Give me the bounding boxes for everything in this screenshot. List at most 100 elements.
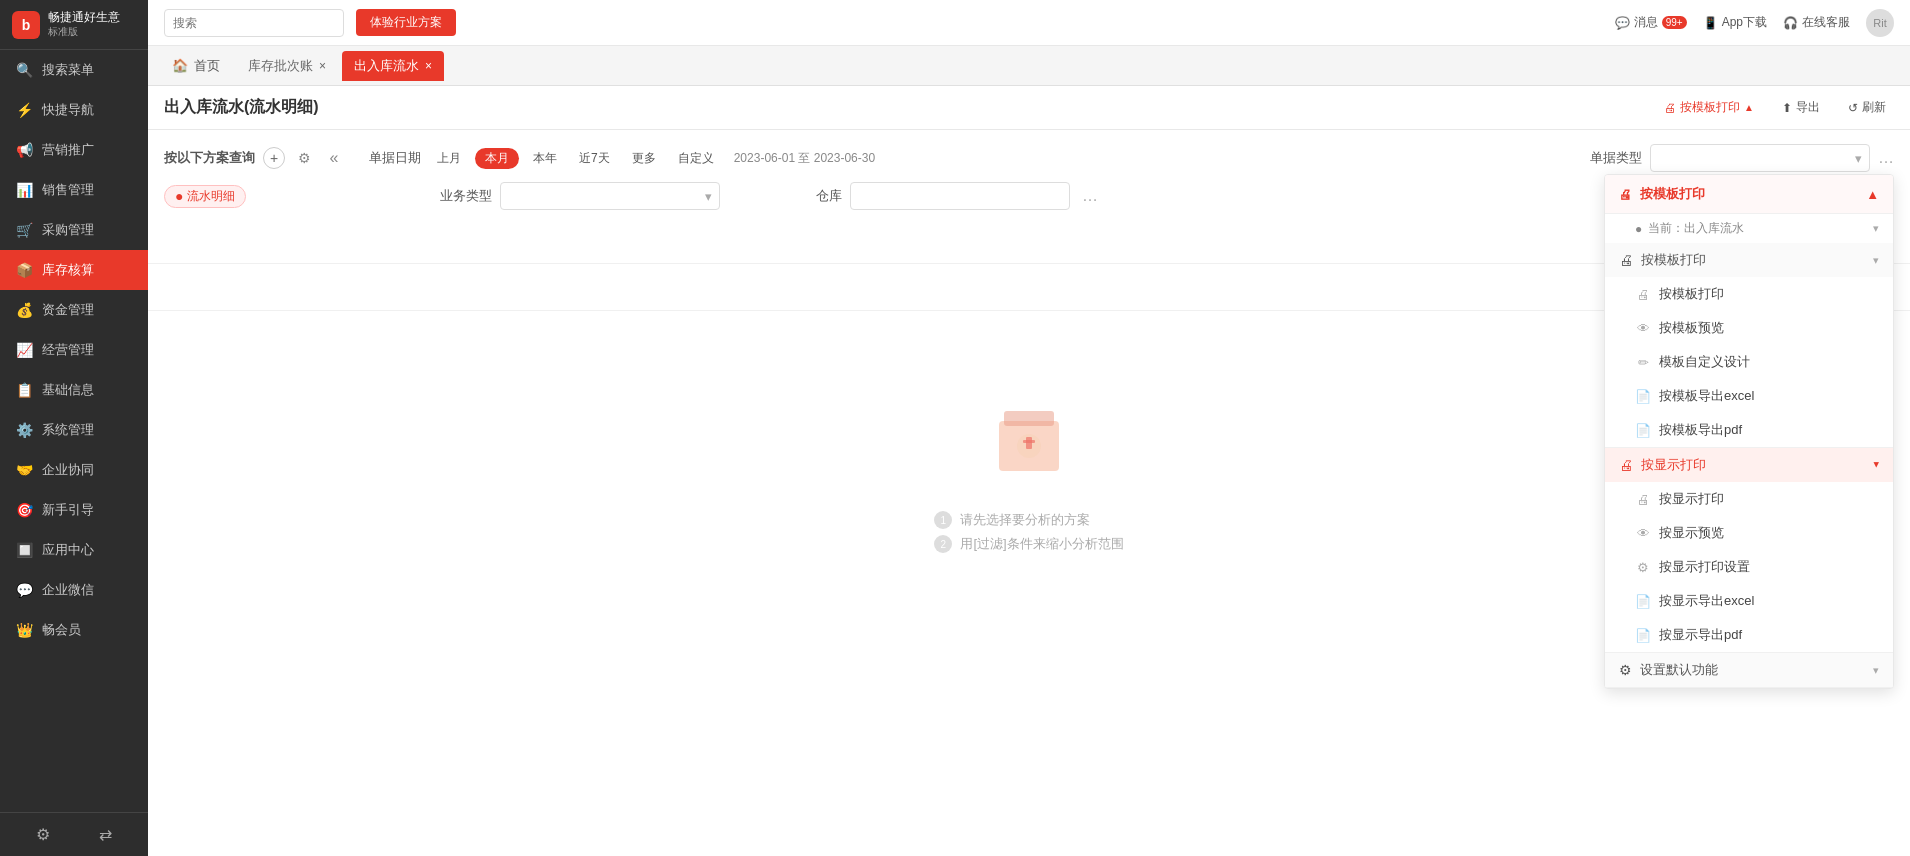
sidebar-item-finance[interactable]: 💰 资金管理 <box>0 290 148 330</box>
sidebar-item-operation[interactable]: 📈 经营管理 <box>0 330 148 370</box>
printer-icon: 🖨 <box>1664 101 1676 115</box>
app-download-button[interactable]: 📱 App下载 <box>1703 14 1767 31</box>
refresh-label: 刷新 <box>1862 99 1886 116</box>
app-logo-icon: b <box>12 11 40 39</box>
sidebar-item-basic[interactable]: 📋 基础信息 <box>0 370 148 410</box>
disp-print-icon: 🖨 <box>1635 491 1651 507</box>
date-opt-this-year[interactable]: 本年 <box>525 148 565 169</box>
display-section-icon: 🖨 <box>1619 457 1633 473</box>
disp-excel-icon: 📄 <box>1635 593 1651 609</box>
display-print-item[interactable]: 🖨 按显示打印 <box>1605 482 1893 516</box>
system-icon: ⚙️ <box>14 420 34 440</box>
message-button[interactable]: 💬 消息 99+ <box>1615 14 1687 31</box>
sidebar-item-sales[interactable]: 📊 销售管理 <box>0 170 148 210</box>
tab-home[interactable]: 🏠 首页 <box>160 51 232 81</box>
sidebar-item-wechat[interactable]: 💬 企业微信 <box>0 570 148 610</box>
date-opt-this-month[interactable]: 本月 <box>475 148 519 169</box>
sidebar-item-system[interactable]: ⚙️ 系统管理 <box>0 410 148 450</box>
refresh-button[interactable]: ↺ 刷新 <box>1840 95 1894 120</box>
template-chevron-icon: ▾ <box>1873 254 1879 267</box>
phone-icon: 📱 <box>1703 16 1718 30</box>
template-preview-item[interactable]: 👁 按模板预览 <box>1605 311 1893 345</box>
tab-flow[interactable]: 出入库流水 × <box>342 51 444 81</box>
filter-collapse-button[interactable]: « <box>323 147 345 169</box>
appstore-icon: 🔲 <box>14 540 34 560</box>
tpl-print-label: 按模板打印 <box>1659 285 1724 303</box>
sidebar-label-basic: 基础信息 <box>42 381 94 399</box>
business-select-wrap <box>500 182 720 210</box>
template-pdf-item[interactable]: 📄 按模板导出pdf <box>1605 413 1893 447</box>
empty-hints-list: 1 请先选择要分析的方案 2 用[过滤]条件来缩小分析范围 <box>934 511 1123 559</box>
display-preview-item[interactable]: 👁 按显示预览 <box>1605 516 1893 550</box>
industry-button[interactable]: 体验行业方案 <box>356 9 456 36</box>
display-excel-item[interactable]: 📄 按显示导出excel <box>1605 584 1893 618</box>
tabs-bar: 🏠 首页 库存批次账 × 出入库流水 × <box>148 46 1910 86</box>
empty-hint-1-text: 请先选择要分析的方案 <box>960 511 1090 529</box>
sidebar-item-newbie[interactable]: 🎯 新手引导 <box>0 490 148 530</box>
topbar: 体验行业方案 💬 消息 99+ 📱 App下载 🎧 在线客服 Rit <box>148 0 1910 46</box>
dropdown-section-display: 🖨 按显示打印 ▴ 🖨 按显示打印 👁 按显示预览 ⚙ 按显示打印设置 <box>1605 448 1893 653</box>
type-select[interactable] <box>1650 144 1870 172</box>
template-print-item[interactable]: 🖨 按模板打印 <box>1605 277 1893 311</box>
sidebar-item-coop[interactable]: 🤝 企业协同 <box>0 450 148 490</box>
dropdown-section-default-title[interactable]: ⚙ 设置默认功能 ▾ <box>1605 653 1893 687</box>
disp-preview-icon: 👁 <box>1635 525 1651 541</box>
headset-icon: 🎧 <box>1783 16 1798 30</box>
tpl-preview-icon: 👁 <box>1635 320 1651 336</box>
tab-batch-close[interactable]: × <box>319 59 326 73</box>
type-more-icon[interactable]: … <box>1878 149 1894 167</box>
tab-batch[interactable]: 库存批次账 × <box>236 51 338 81</box>
avatar[interactable]: Rit <box>1866 9 1894 37</box>
filter-settings-button[interactable]: ⚙ <box>293 147 315 169</box>
basic-icon: 📋 <box>14 380 34 400</box>
chip-dot-icon: ● <box>175 188 183 204</box>
filter-chip-item[interactable]: ● 流水明细 <box>164 185 246 208</box>
export-label: 导出 <box>1796 99 1820 116</box>
warehouse-input[interactable] <box>850 182 1070 210</box>
date-opt-custom[interactable]: 自定义 <box>670 148 722 169</box>
print-button[interactable]: 🖨 按模板打印 ▲ <box>1656 95 1762 120</box>
sidebar-collapse-icon[interactable]: ⇄ <box>99 825 112 844</box>
template-excel-item[interactable]: 📄 按模板导出excel <box>1605 379 1893 413</box>
export-button[interactable]: ⬆ 导出 <box>1774 95 1828 120</box>
disp-preview-label: 按显示预览 <box>1659 524 1724 542</box>
dropdown-section-template-title[interactable]: 🖨 按模板打印 ▾ <box>1605 243 1893 277</box>
dropdown-current-label: ● 按模板打印 当前：出入库流水 ▾ <box>1605 214 1893 243</box>
search-input[interactable] <box>164 9 344 37</box>
sidebar-settings-icon[interactable]: ⚙ <box>36 825 50 844</box>
sidebar-label-purchase: 采购管理 <box>42 221 94 239</box>
sidebar-item-search[interactable]: 🔍 搜索菜单 <box>0 50 148 90</box>
date-opt-last-7[interactable]: 近7天 <box>571 148 618 169</box>
sidebar-item-vip[interactable]: 👑 畅会员 <box>0 610 148 650</box>
app-name: 畅捷通好生意 <box>48 10 120 26</box>
sidebar-label-sales: 销售管理 <box>42 181 94 199</box>
display-pdf-item[interactable]: 📄 按显示导出pdf <box>1605 618 1893 652</box>
type-select-wrap <box>1650 144 1870 172</box>
refresh-icon: ↺ <box>1848 101 1858 115</box>
coop-icon: 🤝 <box>14 460 34 480</box>
display-settings-item[interactable]: ⚙ 按显示打印设置 <box>1605 550 1893 584</box>
disp-pdf-label: 按显示导出pdf <box>1659 626 1742 644</box>
sidebar-item-appstore[interactable]: 🔲 应用中心 <box>0 530 148 570</box>
tab-flow-close[interactable]: × <box>425 59 432 73</box>
empty-illustration <box>979 391 1079 491</box>
business-select[interactable] <box>500 182 720 210</box>
sidebar-item-inventory[interactable]: 📦 库存核算 <box>0 250 148 290</box>
filter-add-button[interactable]: + <box>263 147 285 169</box>
template-design-item[interactable]: ✏ 模板自定义设计 <box>1605 345 1893 379</box>
date-opt-more[interactable]: 更多 <box>624 148 664 169</box>
warehouse-more-icon[interactable]: … <box>1082 187 1098 205</box>
sidebar-label-newbie: 新手引导 <box>42 501 94 519</box>
quick-nav-icon: ⚡ <box>14 100 34 120</box>
search-icon: 🔍 <box>14 60 34 80</box>
tab-home-label: 首页 <box>194 57 220 75</box>
online-service-button[interactable]: 🎧 在线客服 <box>1783 14 1850 31</box>
empty-hint-1: 1 请先选择要分析的方案 <box>934 511 1123 529</box>
sidebar-item-purchase[interactable]: 🛒 采购管理 <box>0 210 148 250</box>
sidebar-item-quick-nav[interactable]: ⚡ 快捷导航 <box>0 90 148 130</box>
default-section-icon: ⚙ <box>1619 662 1632 678</box>
dropdown-section-display-title[interactable]: 🖨 按显示打印 ▴ <box>1605 448 1893 482</box>
tpl-print-icon: 🖨 <box>1635 286 1651 302</box>
sidebar-item-marketing[interactable]: 📢 营销推广 <box>0 130 148 170</box>
date-opt-last-month[interactable]: 上月 <box>429 148 469 169</box>
